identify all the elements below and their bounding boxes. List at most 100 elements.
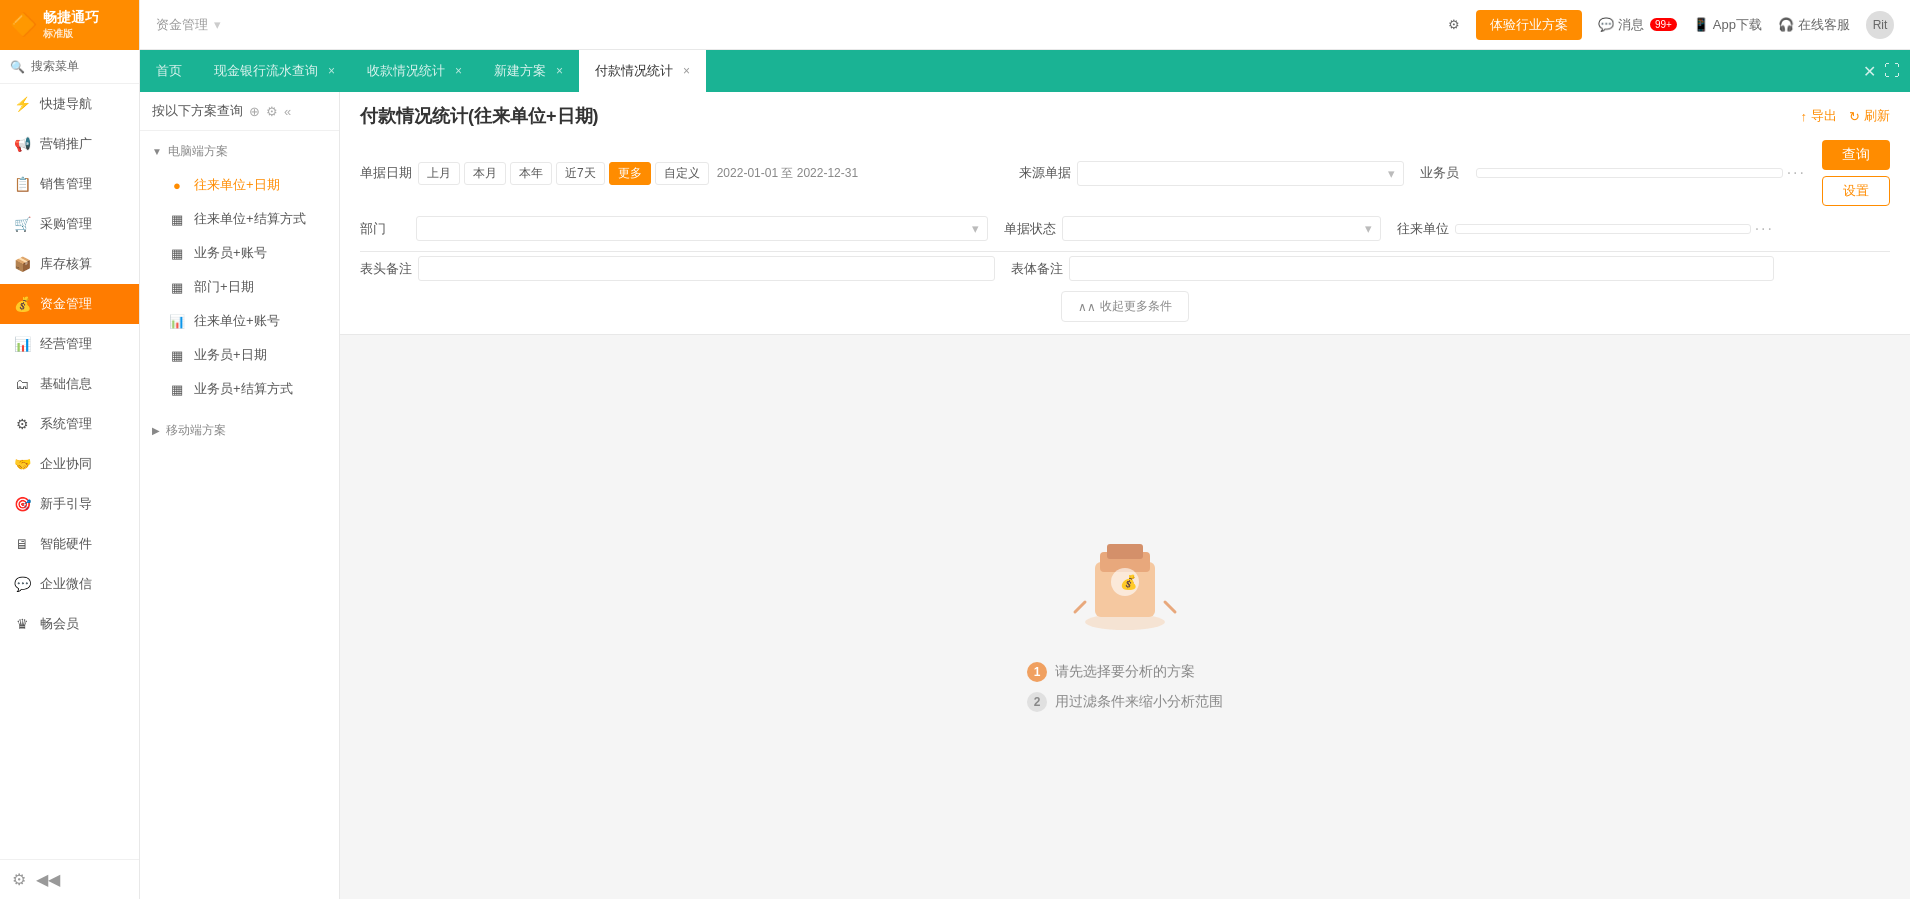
plan-item-label: 往来单位+结算方式 (194, 210, 306, 228)
tab-payment-stats[interactable]: 付款情况统计 × (579, 50, 706, 92)
avatar[interactable]: Rit (1866, 11, 1894, 39)
mobile-section-title[interactable]: ▶ 移动端方案 (140, 414, 339, 447)
doc-status-select[interactable]: ▾ (1062, 216, 1381, 241)
tab-home-label: 首页 (156, 62, 182, 80)
plan-item-dept-date[interactable]: ▦ 部门+日期 (140, 270, 339, 304)
tab-bank-flow[interactable]: 现金银行流水查询 × (198, 50, 351, 92)
tab-new-plan-close[interactable]: × (556, 65, 563, 77)
topbar-actions: ⚙ 体验行业方案 💬 消息 99+ 📱 App下载 🎧 在线客服 Rit (1448, 10, 1894, 40)
mobile-section-arrow: ▶ (152, 425, 160, 436)
sidebar-item-finance[interactable]: 💰 资金管理 (0, 284, 139, 324)
trial-btn[interactable]: 体验行业方案 (1476, 10, 1582, 40)
breadcrumb-text: 资金管理 (156, 16, 208, 34)
sidebar-item-label: 经营管理 (40, 335, 92, 353)
tab-receipt-stats-close[interactable]: × (455, 65, 462, 77)
main-area: 资金管理 ▾ ⚙ 体验行业方案 💬 消息 99+ 📱 App下载 🎧 在线客服 … (140, 0, 1910, 899)
tab-fullscreen-btn[interactable]: ⛶ (1884, 62, 1900, 80)
sidebar-settings-btn[interactable]: ⚙ (12, 870, 26, 889)
plan-item-label: 业务员+账号 (194, 244, 267, 262)
app-download-btn[interactable]: 📱 App下载 (1693, 16, 1762, 34)
add-plan-btn[interactable]: ⊕ (249, 104, 260, 119)
header-note-input[interactable] (418, 256, 995, 281)
source-select[interactable]: ▾ (1077, 161, 1405, 186)
empty-tip-1: 1 请先选择要分析的方案 (1027, 662, 1223, 682)
sidebar-item-label: 新手引导 (40, 495, 92, 513)
sidebar-item-purchase[interactable]: 🛒 采购管理 (0, 204, 139, 244)
sidebar-item-system[interactable]: ⚙ 系统管理 (0, 404, 139, 444)
date-range-text: 2022-01-01 至 2022-12-31 (717, 165, 858, 182)
right-main: 付款情况统计(往来单位+日期) ↑ 导出 ↻ 刷新 (340, 92, 1910, 899)
this-year-btn[interactable]: 本年 (510, 162, 552, 185)
export-btn[interactable]: ↑ 导出 (1801, 107, 1838, 125)
desktop-section-title[interactable]: ▼ 电脑端方案 (140, 135, 339, 168)
tab-home[interactable]: 首页 (140, 50, 198, 92)
filter-doc-status-item: 单据状态 ▾ (1004, 216, 1381, 241)
search-label: 搜索菜单 (31, 58, 79, 75)
sidebar-collapse-btn[interactable]: ◀◀ (36, 870, 60, 889)
refresh-icon: ↻ (1849, 109, 1860, 124)
content: 按以下方案查询 ⊕ ⚙ « ▼ 电脑端方案 ● 往来单位+日期 ▦ (140, 92, 1910, 899)
sidebar-item-quick-nav[interactable]: ⚡ 快捷导航 (0, 84, 139, 124)
more-btn[interactable]: 更多 (609, 162, 651, 185)
filter-row-1: 单据日期 上月 本月 本年 近7天 更多 自定义 20 (360, 140, 1890, 206)
online-service-btn[interactable]: 🎧 在线客服 (1778, 16, 1850, 34)
refresh-btn[interactable]: ↻ 刷新 (1849, 107, 1890, 125)
plan-item-icon-dept-date: ▦ (168, 278, 186, 296)
search-icon: 🔍 (10, 60, 25, 74)
empty-tip-2: 2 用过滤条件来缩小分析范围 (1027, 692, 1223, 712)
partner-dots-btn[interactable]: ··· (1755, 220, 1774, 238)
sidebar-item-base-info[interactable]: 🗂 基础信息 (0, 364, 139, 404)
sidebar-item-vip[interactable]: ♛ 畅会员 (0, 604, 139, 644)
sidebar-item-inventory[interactable]: 📦 库存核算 (0, 244, 139, 284)
filter-salesman-item: 业务员 ··· (1420, 164, 1806, 182)
custom-btn[interactable]: 自定义 (655, 162, 709, 185)
left-panel-header-icons: ⊕ ⚙ « (249, 104, 291, 119)
collapse-icon: ∧∧ (1078, 300, 1096, 314)
sidebar-item-smart-hw[interactable]: 🖥 智能硬件 (0, 524, 139, 564)
plan-item-partner-settle[interactable]: ▦ 往来单位+结算方式 (140, 202, 339, 236)
dept-select[interactable]: ▾ (416, 216, 988, 241)
empty-area: 💰 1 请先选择要分析的方案 2 用过滤条件来缩小分析范围 (340, 335, 1910, 899)
date-btns: 上月 本月 本年 近7天 更多 自定义 (418, 162, 709, 185)
tab-close-all-btn[interactable]: ✕ (1863, 62, 1876, 81)
partner-input[interactable] (1455, 224, 1751, 234)
tab-bank-flow-close[interactable]: × (328, 65, 335, 77)
plan-item-salesman-account[interactable]: ▦ 业务员+账号 (140, 236, 339, 270)
plan-settings-btn[interactable]: ⚙ (266, 104, 278, 119)
last-7days-btn[interactable]: 近7天 (556, 162, 605, 185)
inventory-icon: 📦 (12, 254, 32, 274)
svg-rect-3 (1107, 544, 1143, 559)
tab-new-plan[interactable]: 新建方案 × (478, 50, 579, 92)
sidebar-item-label: 库存核算 (40, 255, 92, 273)
plan-item-partner-account[interactable]: 📊 往来单位+账号 (140, 304, 339, 338)
sidebar-item-marketing[interactable]: 📢 营销推广 (0, 124, 139, 164)
plan-item-partner-date[interactable]: ● 往来单位+日期 (140, 168, 339, 202)
sidebar-item-guide[interactable]: 🎯 新手引导 (0, 484, 139, 524)
salesman-dots-btn[interactable]: ··· (1787, 164, 1806, 182)
vip-icon: ♛ (12, 614, 32, 634)
sidebar-item-enterprise[interactable]: 🤝 企业协同 (0, 444, 139, 484)
plan-item-salesman-date[interactable]: ▦ 业务员+日期 (140, 338, 339, 372)
quick-nav-icon: ⚡ (12, 94, 32, 114)
salesman-input[interactable] (1476, 168, 1782, 178)
sidebar-item-label: 智能硬件 (40, 535, 92, 553)
plan-item-salesman-settle[interactable]: ▦ 业务员+结算方式 (140, 372, 339, 406)
plan-item-label: 往来单位+账号 (194, 312, 280, 330)
plan-item-icon-partner-settle: ▦ (168, 210, 186, 228)
sidebar-item-operations[interactable]: 📊 经营管理 (0, 324, 139, 364)
this-month-btn[interactable]: 本月 (464, 162, 506, 185)
sidebar-item-sales[interactable]: 📋 销售管理 (0, 164, 139, 204)
setting-btn[interactable]: 设置 (1822, 176, 1890, 206)
last-month-btn[interactable]: 上月 (418, 162, 460, 185)
messages-btn[interactable]: 💬 消息 99+ (1598, 16, 1677, 34)
panel-collapse-btn[interactable]: « (284, 104, 291, 119)
sidebar-search[interactable]: 🔍 搜索菜单 (0, 50, 139, 84)
settings-btn[interactable]: ⚙ (1448, 17, 1460, 32)
collapse-btn[interactable]: ∧∧ 收起更多条件 (1061, 291, 1189, 322)
sidebar-item-label: 资金管理 (40, 295, 92, 313)
query-btn[interactable]: 查询 (1822, 140, 1890, 170)
body-note-input[interactable] (1069, 256, 1774, 281)
tab-payment-stats-close[interactable]: × (683, 65, 690, 77)
tab-receipt-stats[interactable]: 收款情况统计 × (351, 50, 478, 92)
sidebar-item-wechat[interactable]: 💬 企业微信 (0, 564, 139, 604)
